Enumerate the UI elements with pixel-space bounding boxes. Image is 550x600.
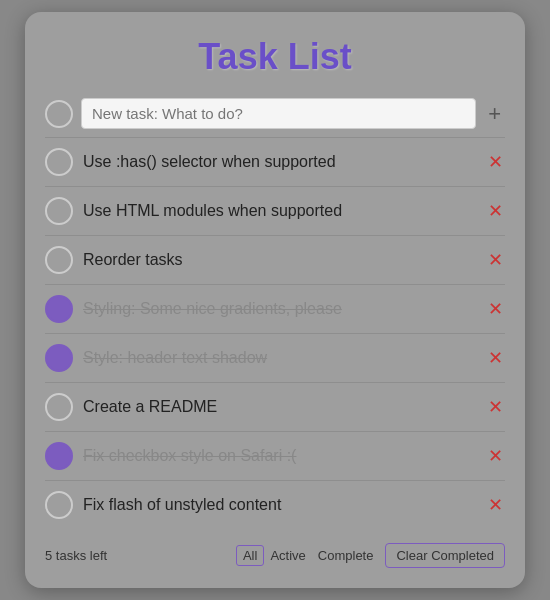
clear-completed-button[interactable]: Clear Completed	[385, 543, 505, 568]
task-row: Use :has() selector when supported ✕	[45, 137, 505, 186]
task-label-5: Style: header text shadow	[83, 349, 476, 367]
task-checkbox-7[interactable]	[45, 442, 73, 470]
task-checkbox-6[interactable]	[45, 393, 73, 421]
new-task-checkbox[interactable]	[45, 100, 73, 128]
task-row: Style: header text shadow ✕	[45, 333, 505, 382]
new-task-input[interactable]	[81, 98, 476, 129]
task-label-2: Use HTML modules when supported	[83, 202, 476, 220]
delete-task-button-2[interactable]: ✕	[486, 202, 505, 220]
task-label-1: Use :has() selector when supported	[83, 153, 476, 171]
task-row: Use HTML modules when supported ✕	[45, 186, 505, 235]
delete-task-button-3[interactable]: ✕	[486, 251, 505, 269]
task-label-6: Create a README	[83, 398, 476, 416]
task-list-card: Task List + Use :has() selector when sup…	[25, 12, 525, 588]
delete-task-button-6[interactable]: ✕	[486, 398, 505, 416]
delete-task-button-1[interactable]: ✕	[486, 153, 505, 171]
filter-button-complete[interactable]: Complete	[312, 546, 380, 565]
task-checkbox-5[interactable]	[45, 344, 73, 372]
footer: 5 tasks left AllActiveComplete Clear Com…	[45, 543, 505, 568]
task-label-7: Fix checkbox style on Safari :(	[83, 447, 476, 465]
task-label-8: Fix flash of unstyled content	[83, 496, 476, 514]
task-list: Use :has() selector when supported✕Use H…	[45, 137, 505, 529]
delete-task-button-8[interactable]: ✕	[486, 496, 505, 514]
page-title: Task List	[45, 36, 505, 78]
count-label: tasks left	[56, 548, 107, 563]
tasks-left-count: 5 tasks left	[45, 548, 230, 563]
task-checkbox-8[interactable]	[45, 491, 73, 519]
task-row: Styling: Some nice gradients, please ✕	[45, 284, 505, 333]
delete-task-button-5[interactable]: ✕	[486, 349, 505, 367]
filter-group: AllActiveComplete	[236, 545, 380, 566]
task-label-3: Reorder tasks	[83, 251, 476, 269]
new-task-row: +	[45, 98, 505, 129]
delete-task-button-4[interactable]: ✕	[486, 300, 505, 318]
count-number: 5	[45, 548, 52, 563]
task-row: Reorder tasks ✕	[45, 235, 505, 284]
task-checkbox-4[interactable]	[45, 295, 73, 323]
task-row: Create a README ✕	[45, 382, 505, 431]
task-checkbox-1[interactable]	[45, 148, 73, 176]
task-checkbox-3[interactable]	[45, 246, 73, 274]
task-row: Fix flash of unstyled content ✕	[45, 480, 505, 529]
task-checkbox-2[interactable]	[45, 197, 73, 225]
delete-task-button-7[interactable]: ✕	[486, 447, 505, 465]
task-label-4: Styling: Some nice gradients, please	[83, 300, 476, 318]
task-row: Fix checkbox style on Safari :( ✕	[45, 431, 505, 480]
add-task-button[interactable]: +	[484, 103, 505, 125]
filter-button-all[interactable]: All	[236, 545, 264, 566]
filter-button-active[interactable]: Active	[264, 546, 311, 565]
